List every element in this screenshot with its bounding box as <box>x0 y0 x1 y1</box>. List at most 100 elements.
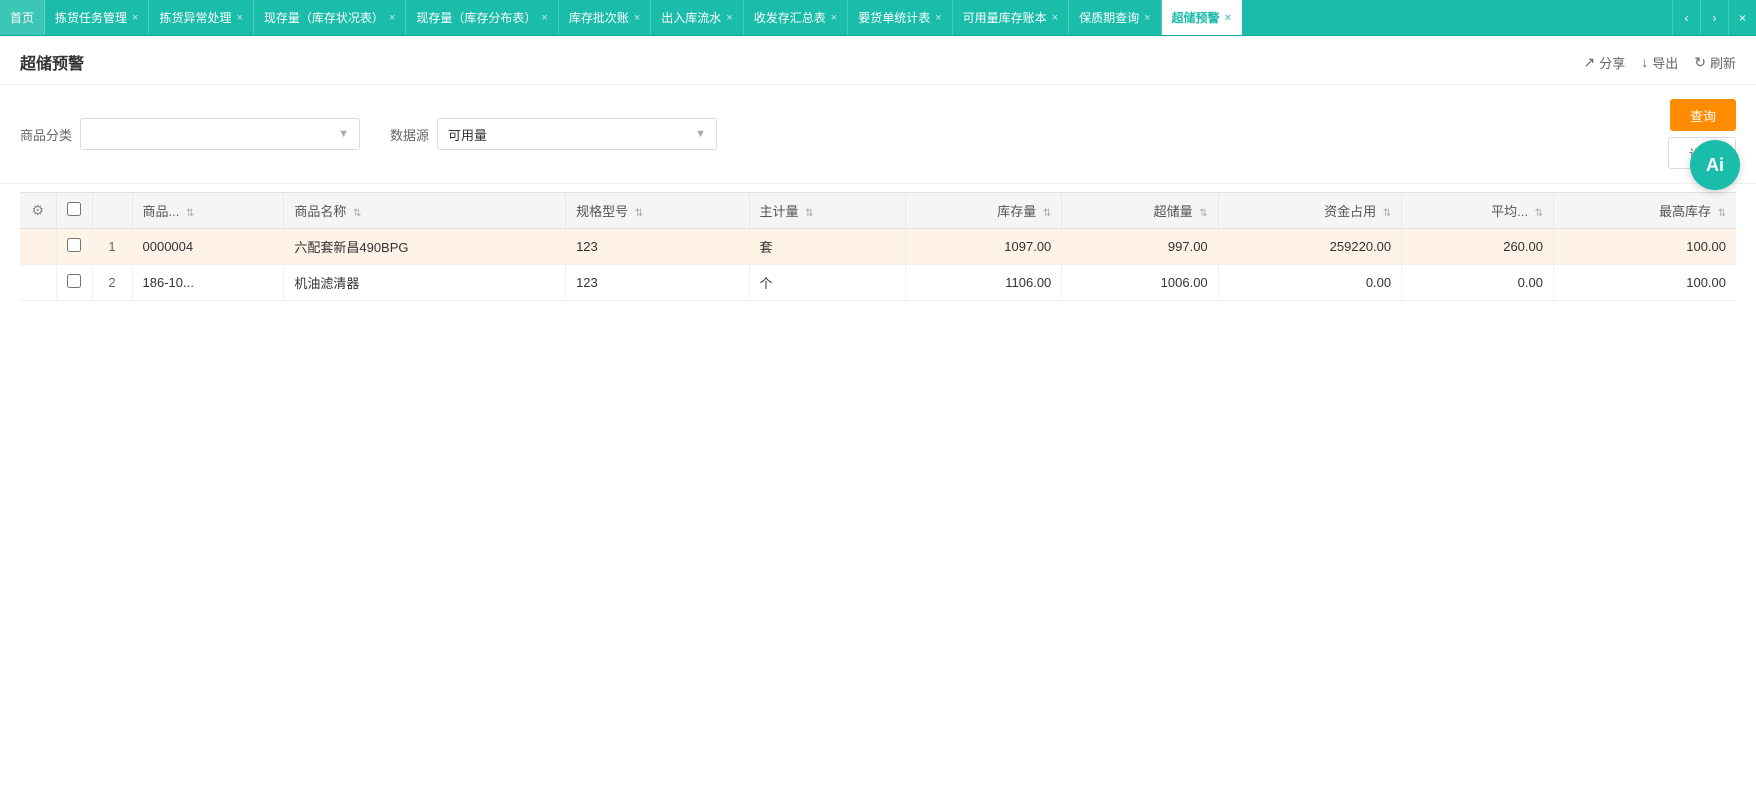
nav-tab-quality-check-close[interactable]: × <box>1144 12 1150 24</box>
refresh-button[interactable]: ↻ 刷新 <box>1694 53 1736 72</box>
page-header: 超储预警 ↗ 分享 ↓ 导出 ↻ 刷新 <box>0 36 1756 85</box>
row-product-name-0: 六配套新昌490BPG <box>284 229 566 265</box>
col-header-avg[interactable]: 平均... ⇅ <box>1402 193 1554 229</box>
nav-tab-home[interactable]: 首页 <box>0 0 45 36</box>
nav-tab-inventory-status-label: 现存量（库存状况表） <box>264 9 384 26</box>
share-icon: ↗ <box>1583 54 1595 71</box>
filter-datasource: 数据源 可用量 ▼ <box>390 118 717 150</box>
nav-tab-available-account-label: 可用量库存账本 <box>963 9 1047 26</box>
refresh-icon: ↻ <box>1694 54 1706 71</box>
col-header-capital-used[interactable]: 资金占用 ⇅ <box>1218 193 1401 229</box>
row-unit-1: 个 <box>749 265 905 301</box>
col-header-max-inventory[interactable]: 最高库存 ⇅ <box>1553 193 1736 229</box>
nav-tab-inventory-status-close[interactable]: × <box>389 12 395 24</box>
sort-icon-product-name: ⇅ <box>353 208 361 219</box>
nav-tab-available-account[interactable]: 可用量库存账本 × <box>953 0 1069 36</box>
share-label: 分享 <box>1599 53 1625 72</box>
sort-icon-max-inventory: ⇅ <box>1718 208 1726 219</box>
gear-icon[interactable]: ⚙ <box>31 202 44 218</box>
nav-tab-collect-summary-close[interactable]: × <box>831 12 837 24</box>
col-header-inventory[interactable]: 库存量 ⇅ <box>905 193 1061 229</box>
col-header-checkbox <box>56 193 92 229</box>
category-label: 商品分类 <box>20 125 72 144</box>
datasource-select[interactable]: 可用量 ▼ <box>437 118 717 150</box>
export-button[interactable]: ↓ 导出 <box>1641 53 1678 72</box>
nav-arrow-right[interactable]: › <box>1700 0 1728 36</box>
row-overstock-1: 1006.00 <box>1062 265 1218 301</box>
row-num-0: 1 <box>92 229 132 265</box>
nav-tab-order-stats-close[interactable]: × <box>935 12 941 24</box>
row-select-checkbox-1[interactable] <box>67 274 81 288</box>
header-actions: ↗ 分享 ↓ 导出 ↻ 刷新 <box>1583 53 1736 72</box>
row-inventory-0: 1097.00 <box>905 229 1061 265</box>
nav-tab-batch-account[interactable]: 库存批次账 × <box>559 0 651 36</box>
col-header-spec[interactable]: 规格型号 ⇅ <box>566 193 749 229</box>
row-avg-1: 0.00 <box>1402 265 1554 301</box>
category-select[interactable]: ▼ <box>80 118 360 150</box>
nav-tab-order-stats[interactable]: 要货单统计表 × <box>848 0 952 36</box>
nav-tab-available-account-close[interactable]: × <box>1052 12 1058 24</box>
row-product-name-1: 机油滤清器 <box>284 265 566 301</box>
nav-tab-collect-summary[interactable]: 收发存汇总表 × <box>744 0 848 36</box>
row-gear-1 <box>20 265 56 301</box>
row-max-inventory-0: 100.00 <box>1553 229 1736 265</box>
nav-arrow-close[interactable]: × <box>1728 0 1756 36</box>
datasource-select-value: 可用量 <box>448 125 487 144</box>
ai-badge-label: Ai <box>1706 155 1724 176</box>
row-spec-0: 123 <box>566 229 749 265</box>
nav-tab-batch-account-close[interactable]: × <box>634 12 640 24</box>
sort-icon-capital-used: ⇅ <box>1383 208 1391 219</box>
row-checkbox-1 <box>56 265 92 301</box>
select-all-checkbox[interactable] <box>67 202 81 216</box>
sort-icon-unit: ⇅ <box>805 208 813 219</box>
row-unit-0: 套 <box>749 229 905 265</box>
table-header-row: ⚙ 商品... ⇅ 商品名称 ⇅ 规格型号 ⇅ <box>20 193 1736 229</box>
nav-tab-collect-summary-label: 收发存汇总表 <box>754 9 826 26</box>
row-max-inventory-1: 100.00 <box>1553 265 1736 301</box>
nav-tab-in-out-flow-label: 出入库流水 <box>661 9 721 26</box>
nav-tab-overstock-warning-label: 超储预警 <box>1172 9 1220 26</box>
page-title: 超储预警 <box>20 50 84 74</box>
table-row: 1 0000004 六配套新昌490BPG 123 套 1097.00 997.… <box>20 229 1736 265</box>
col-header-gear: ⚙ <box>20 193 56 229</box>
nav-tab-abnormal[interactable]: 拣货异常处理 × <box>149 0 253 36</box>
row-inventory-1: 1106.00 <box>905 265 1061 301</box>
col-header-unit[interactable]: 主计量 ⇅ <box>749 193 905 229</box>
nav-arrows: ‹ › × <box>1672 0 1756 36</box>
nav-tab-order-stats-label: 要货单统计表 <box>858 9 930 26</box>
nav-tab-inventory-dist-close[interactable]: × <box>541 12 547 24</box>
row-capital-used-1: 0.00 <box>1218 265 1401 301</box>
nav-tab-abnormal-close[interactable]: × <box>236 12 242 24</box>
row-spec-1: 123 <box>566 265 749 301</box>
nav-tab-overstock-warning[interactable]: 超储预警 × <box>1162 0 1242 36</box>
sort-icon-avg: ⇅ <box>1535 208 1543 219</box>
col-header-rownum <box>92 193 132 229</box>
refresh-label: 刷新 <box>1710 53 1736 72</box>
nav-tab-overstock-warning-close[interactable]: × <box>1225 12 1231 24</box>
nav-tab-task-mgmt[interactable]: 拣货任务管理 × <box>45 0 149 36</box>
col-header-product-name[interactable]: 商品名称 ⇅ <box>284 193 566 229</box>
nav-tab-inventory-status[interactable]: 现存量（库存状况表） × <box>254 0 406 36</box>
col-header-product-code[interactable]: 商品... ⇅ <box>132 193 284 229</box>
row-avg-0: 260.00 <box>1402 229 1554 265</box>
nav-tab-inventory-dist[interactable]: 现存量（库存分布表） × <box>406 0 558 36</box>
row-select-checkbox-0[interactable] <box>67 238 81 252</box>
table-container: ⚙ 商品... ⇅ 商品名称 ⇅ 规格型号 ⇅ <box>0 192 1756 301</box>
nav-tab-task-mgmt-close[interactable]: × <box>132 12 138 24</box>
sort-icon-inventory: ⇅ <box>1043 208 1051 219</box>
row-checkbox-0 <box>56 229 92 265</box>
nav-tab-task-mgmt-label: 拣货任务管理 <box>55 9 127 26</box>
col-header-overstock[interactable]: 超储量 ⇅ <box>1062 193 1218 229</box>
share-button[interactable]: ↗ 分享 <box>1583 53 1625 72</box>
nav-tab-inventory-dist-label: 现存量（库存分布表） <box>416 9 536 26</box>
filter-category: 商品分类 ▼ <box>20 118 360 150</box>
filter-area: 商品分类 ▼ 数据源 可用量 ▼ 查询 设置 <box>0 85 1756 184</box>
ai-badge[interactable]: Ai <box>1690 140 1740 190</box>
nav-tab-in-out-flow[interactable]: 出入库流水 × <box>651 0 743 36</box>
query-button[interactable]: 查询 <box>1670 99 1736 131</box>
nav-tab-quality-check[interactable]: 保质期查询 × <box>1069 0 1161 36</box>
nav-arrow-left[interactable]: ‹ <box>1672 0 1700 36</box>
nav-tab-in-out-flow-close[interactable]: × <box>726 12 732 24</box>
row-num-1: 2 <box>92 265 132 301</box>
chevron-down-icon: ▼ <box>338 128 349 140</box>
